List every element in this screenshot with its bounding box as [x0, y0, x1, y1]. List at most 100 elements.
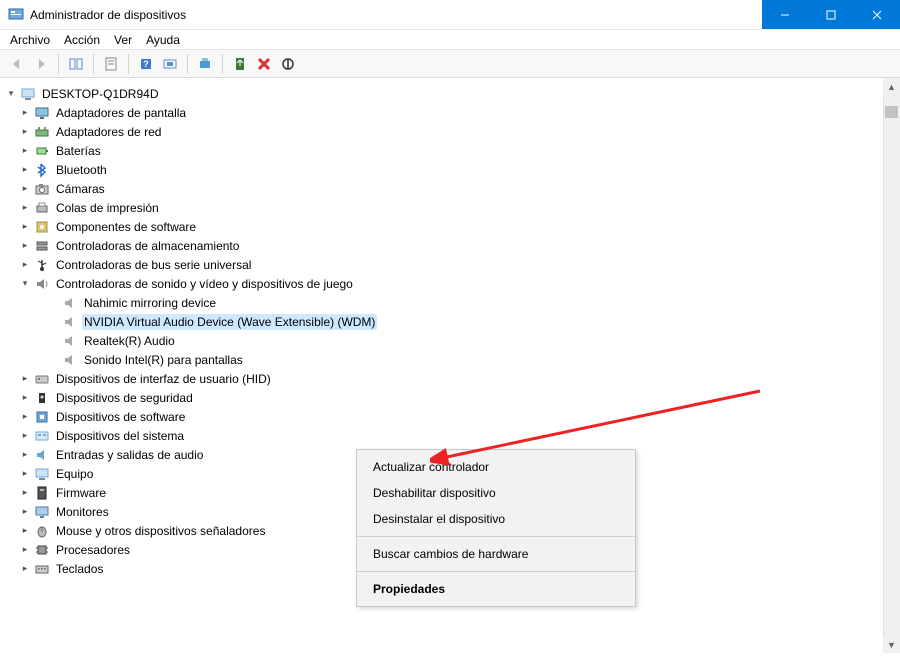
collapse-icon[interactable]: ▾: [4, 87, 18, 101]
scroll-up-button[interactable]: ▲: [883, 78, 900, 95]
expand-icon[interactable]: ▸: [18, 125, 32, 139]
show-hide-console-button[interactable]: [65, 53, 87, 75]
sound-controller-icon: [34, 276, 50, 292]
tree-category[interactable]: ▸Dispositivos de software: [4, 407, 896, 426]
tree-category[interactable]: ▸ Baterías: [4, 141, 896, 160]
display-adapter-icon: [34, 105, 50, 121]
expand-icon[interactable]: ▸: [18, 239, 32, 253]
tree-item-label: Sonido Intel(R) para pantallas: [82, 352, 245, 368]
tree-item-label: Dispositivos de interfaz de usuario (HID…: [54, 371, 273, 387]
security-device-icon: [34, 390, 50, 406]
context-menu-item[interactable]: Deshabilitar dispositivo: [357, 480, 635, 506]
expand-icon[interactable]: ▸: [18, 220, 32, 234]
expand-icon[interactable]: ▸: [18, 524, 32, 538]
tree-category[interactable]: ▸Dispositivos de seguridad: [4, 388, 896, 407]
tree-device[interactable]: Realtek(R) Audio: [4, 331, 896, 350]
expand-icon[interactable]: ▸: [18, 467, 32, 481]
tree-item-label: NVIDIA Virtual Audio Device (Wave Extens…: [82, 314, 377, 330]
disable-device-button[interactable]: [277, 53, 299, 75]
back-button[interactable]: [6, 53, 28, 75]
context-menu-item[interactable]: Actualizar controlador: [357, 454, 635, 480]
tree-category[interactable]: ▸ Dispositivos del sistema: [4, 426, 896, 445]
mouse-icon: [34, 523, 50, 539]
collapse-icon[interactable]: ▾: [18, 277, 32, 291]
toolbar-separator: [58, 54, 59, 74]
enable-device-button[interactable]: [229, 53, 251, 75]
camera-icon: [34, 181, 50, 197]
menu-ver[interactable]: Ver: [114, 33, 132, 47]
context-menu-item[interactable]: Desinstalar el dispositivo: [357, 506, 635, 532]
software-device-icon: [34, 409, 50, 425]
forward-button[interactable]: [30, 53, 52, 75]
tree-category[interactable]: ▸Adaptadores de red: [4, 122, 896, 141]
tree-item-label: Procesadores: [54, 542, 132, 558]
tree-item-label: Componentes de software: [54, 219, 198, 235]
toolbar: ?: [0, 50, 900, 78]
menubar: Archivo Acción Ver Ayuda: [0, 30, 900, 50]
audio-io-icon: [34, 447, 50, 463]
scan-hardware-button[interactable]: [159, 53, 181, 75]
expand-icon[interactable]: ▸: [18, 106, 32, 120]
tree-device[interactable]: Nahimic mirroring device: [4, 293, 896, 312]
uninstall-device-button[interactable]: [253, 53, 275, 75]
keyboard-icon: [34, 561, 50, 577]
tree-item-label: Dispositivos del sistema: [54, 428, 186, 444]
menu-accion[interactable]: Acción: [64, 33, 100, 47]
maximize-button[interactable]: [808, 0, 854, 29]
scrollbar[interactable]: ▲ ▼: [883, 78, 900, 653]
expand-icon[interactable]: ▸: [18, 486, 32, 500]
context-menu-separator: [357, 571, 635, 572]
software-component-icon: [34, 219, 50, 235]
menu-archivo[interactable]: Archivo: [10, 33, 50, 47]
expand-icon[interactable]: ▸: [18, 258, 32, 272]
scroll-down-button[interactable]: ▼: [883, 636, 900, 653]
expand-icon[interactable]: ▸: [18, 391, 32, 405]
speaker-icon: [62, 314, 78, 330]
content-area: ▾DESKTOP-Q1DR94D▸Adaptadores de pantalla…: [0, 78, 900, 653]
expand-icon[interactable]: ▸: [18, 182, 32, 196]
scroll-thumb[interactable]: [885, 106, 898, 118]
tree-root-node[interactable]: ▾DESKTOP-Q1DR94D: [4, 84, 896, 103]
menu-ayuda[interactable]: Ayuda: [146, 33, 180, 47]
help-button[interactable]: ?: [135, 53, 157, 75]
toolbar-separator: [222, 54, 223, 74]
tree-item-label: Monitores: [54, 504, 111, 520]
tree-category[interactable]: ▸ Bluetooth: [4, 160, 896, 179]
tree-category[interactable]: ▸ Colas de impresión: [4, 198, 896, 217]
tree-device[interactable]: NVIDIA Virtual Audio Device (Wave Extens…: [4, 312, 896, 331]
tree-device[interactable]: Sonido Intel(R) para pantallas: [4, 350, 896, 369]
context-menu-item[interactable]: Buscar cambios de hardware: [357, 541, 635, 567]
monitor-icon: [34, 504, 50, 520]
expand-icon[interactable]: ▸: [18, 505, 32, 519]
context-menu-item[interactable]: Propiedades: [357, 576, 635, 602]
speaker-icon: [62, 352, 78, 368]
expand-icon[interactable]: ▸: [18, 429, 32, 443]
expand-icon[interactable]: ▸: [18, 372, 32, 386]
properties-button[interactable]: [100, 53, 122, 75]
tree-item-label: Firmware: [54, 485, 108, 501]
minimize-button[interactable]: [762, 0, 808, 29]
expand-icon[interactable]: ▸: [18, 562, 32, 576]
expand-icon[interactable]: ▸: [18, 201, 32, 215]
expand-icon[interactable]: ▸: [18, 543, 32, 557]
tree-category[interactable]: ▸ Componentes de software: [4, 217, 896, 236]
computer-root-icon: [20, 86, 36, 102]
tree-category[interactable]: ▸Cámaras: [4, 179, 896, 198]
expand-icon[interactable]: ▸: [18, 448, 32, 462]
tree-item-label: Colas de impresión: [54, 200, 161, 216]
expand-icon[interactable]: ▸: [18, 163, 32, 177]
computer-icon: [34, 466, 50, 482]
tree-category[interactable]: ▸ Dispositivos de interfaz de usuario (HI…: [4, 369, 896, 388]
expand-icon[interactable]: ▸: [18, 144, 32, 158]
window-controls: [762, 0, 900, 29]
tree-category[interactable]: ▸Controladoras de bus serie universal: [4, 255, 896, 274]
battery-icon: [34, 143, 50, 159]
tree-category[interactable]: ▾Controladoras de sonido y vídeo y dispo…: [4, 274, 896, 293]
tree-item-label: Baterías: [54, 143, 103, 159]
expand-icon[interactable]: ▸: [18, 410, 32, 424]
close-button[interactable]: [854, 0, 900, 29]
update-driver-button[interactable]: [194, 53, 216, 75]
tree-category[interactable]: ▸Adaptadores de pantalla: [4, 103, 896, 122]
tree-item-label: Bluetooth: [54, 162, 109, 178]
tree-category[interactable]: ▸Controladoras de almacenamiento: [4, 236, 896, 255]
